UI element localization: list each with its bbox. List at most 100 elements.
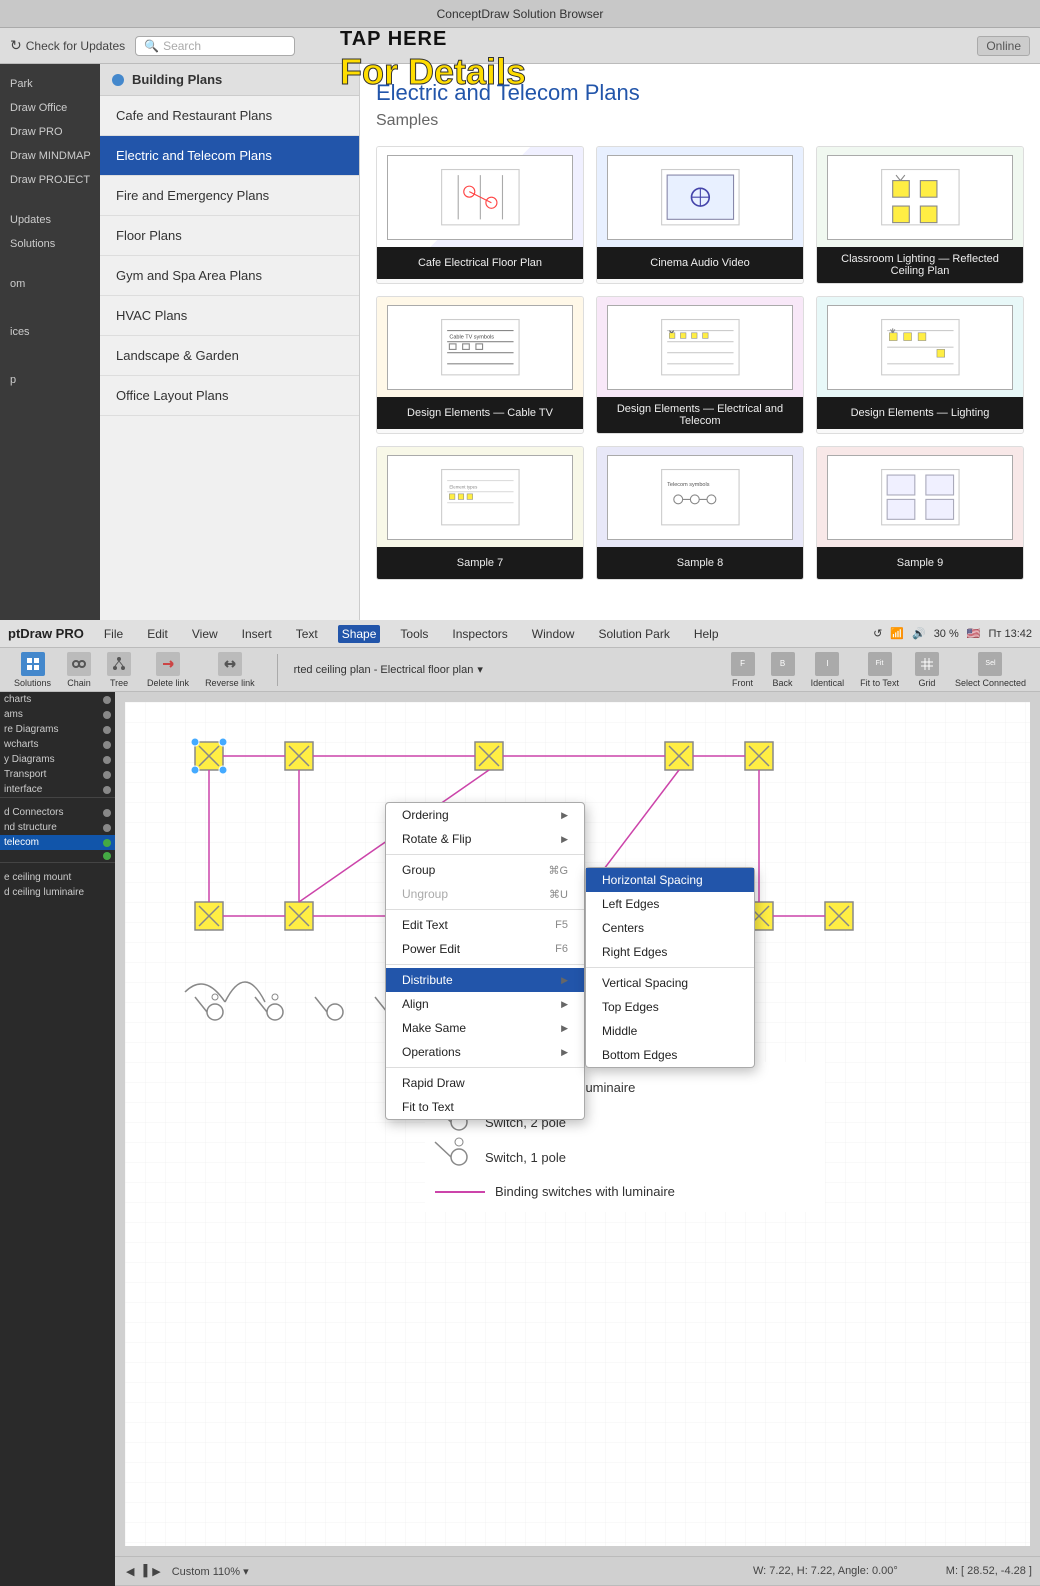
sub-bottom-edges[interactable]: Bottom Edges [586,1043,754,1067]
nav-item-office[interactable]: Office Layout Plans [100,376,359,416]
menu-edit[interactable]: Edit [143,625,172,643]
check-updates-button[interactable]: ↻ Check for Updates [10,37,125,54]
sample-card-3[interactable]: Classroom Lighting — Reflected Ceiling P… [816,146,1024,284]
sidebar-item-draw-pro[interactable]: Draw PRO [0,120,100,144]
toolbar-identical-label: Identical [811,678,845,688]
panel-item-transport[interactable]: Transport [0,767,115,782]
panel-item-interface[interactable]: interface [0,782,115,797]
toolbar-back-btn[interactable]: B Back [765,650,801,690]
sub-top-edges[interactable]: Top Edges [586,995,754,1019]
toolbar-select-connected-btn[interactable]: Sel Select Connected [949,650,1032,690]
toolbar-tree-btn[interactable]: Tree [101,650,137,690]
diagram-node-7 [285,902,313,930]
sub-middle[interactable]: Middle [586,1019,754,1043]
sidebar-item-room[interactable]: om [0,272,100,296]
sample-card-6[interactable]: Design Elements — Lighting [816,296,1024,434]
toolbar-chain-btn[interactable]: Chain [61,650,97,690]
sub-left-edges[interactable]: Left Edges [586,892,754,916]
panel-item-connectors[interactable]: d Connectors [0,805,115,820]
sidebar-item-park[interactable]: Park [0,72,100,96]
menu-insert[interactable]: Insert [238,625,276,643]
sidebar-item-solutions[interactable]: Solutions [0,232,100,256]
sub-vertical-spacing[interactable]: Vertical Spacing [586,971,754,995]
cm-operations[interactable]: Operations [386,1040,584,1064]
panel-item-wcharts[interactable]: wcharts [0,737,115,752]
sidebar-item-updates[interactable]: Updates [0,208,100,232]
cm-edit-text[interactable]: Edit Text F5 [386,913,584,937]
sample-card-8[interactable]: Telecom symbols Sample 8 [596,446,804,580]
menu-file[interactable]: File [100,625,127,643]
panel-item-ceiling-lum[interactable]: d ceiling luminaire [0,885,115,900]
diagram-node-2 [285,742,313,770]
nav-item-fire[interactable]: Fire and Emergency Plans [100,176,359,216]
menu-solution-park[interactable]: Solution Park [594,625,673,643]
menu-view[interactable]: View [188,625,222,643]
menu-text[interactable]: Text [292,625,322,643]
sample-card-7[interactable]: Element types Sample 7 [376,446,584,580]
panel-item-ams[interactable]: ams [0,707,115,722]
sample-card-5[interactable]: Design Elements — Electrical and Telecom [596,296,804,434]
zoom-control[interactable]: Custom 110% ▾ [172,1565,249,1578]
menu-help[interactable]: Help [690,625,723,643]
toolbar-identical-btn[interactable]: I Identical [805,650,851,690]
page-nav-prev[interactable]: ◀ [123,1565,137,1578]
sample-thumb-inner-6 [827,305,1012,390]
panel-item-y-diagrams[interactable]: y Diagrams [0,752,115,767]
nav-item-hvac[interactable]: HVAC Plans [100,296,359,336]
sub-right-edges[interactable]: Right Edges [586,940,754,964]
doc-tab-dropdown[interactable]: ▾ [477,663,483,676]
sidebar-item-p[interactable]: p [0,368,100,392]
panel-item-ceiling-mount[interactable]: e ceiling mount [0,870,115,885]
canvas-container[interactable]: Enclosed ceiling luminaire Switch, 2 pol… [115,692,1040,1556]
sample-card-1[interactable]: Cafe Electrical Floor Plan [376,146,584,284]
menu-window[interactable]: Window [528,625,579,643]
panel-item-extra[interactable] [0,850,115,862]
toolbar-grid-btn[interactable]: Grid [909,650,945,690]
cm-make-same-label: Make Same [402,1021,466,1035]
cm-rapid-draw[interactable]: Rapid Draw [386,1071,584,1095]
sub-horizontal-spacing[interactable]: Horizontal Spacing [586,868,754,892]
nav-item-floor[interactable]: Floor Plans [100,216,359,256]
sidebar-item-ices[interactable]: ices [0,320,100,344]
panel-item-structure[interactable]: nd structure [0,820,115,835]
nav-item-cafe[interactable]: Cafe and Restaurant Plans [100,96,359,136]
sample-card-9[interactable]: Sample 9 [816,446,1024,580]
toolbar-fit-to-text-btn[interactable]: Fit Fit to Text [854,650,905,690]
sidebar-item-draw-office[interactable]: Draw Office [0,96,100,120]
toolbar-tree-label: Tree [110,678,128,688]
panel-item-re-diagrams[interactable]: re Diagrams [0,722,115,737]
toolbar-solutions-btn[interactable]: Solutions [8,650,57,690]
nav-header-dot [112,74,124,86]
search-box[interactable]: 🔍 Search [135,36,295,56]
diagram-node-3 [475,742,503,770]
cm-fit-to-text[interactable]: Fit to Text [386,1095,584,1119]
menu-inspectors[interactable]: Inspectors [448,625,511,643]
sub-centers[interactable]: Centers [586,916,754,940]
nav-item-landscape[interactable]: Landscape & Garden [100,336,359,376]
sample-card-4[interactable]: Cable TV symbols Design Elements — Cable… [376,296,584,434]
panel-item-telecom[interactable]: telecom [0,835,115,850]
diagram-node-1 [191,738,227,774]
toolbar-front-btn[interactable]: F Front [725,650,761,690]
cm-power-edit[interactable]: Power Edit F6 [386,937,584,961]
sample-card-2[interactable]: Cinema Audio Video [596,146,804,284]
cm-group[interactable]: Group ⌘G [386,858,584,882]
panel-label-connectors: d Connectors [4,807,63,818]
online-button[interactable]: Online [977,36,1030,56]
menu-shape[interactable]: Shape [338,625,381,643]
toolbar-reverse-link-btn[interactable]: Reverse link [199,650,261,690]
cm-align[interactable]: Align [386,992,584,1016]
page-nav-next[interactable]: ▶ [149,1565,163,1578]
cm-make-same[interactable]: Make Same [386,1016,584,1040]
sidebar-item-draw-mindmap[interactable]: Draw MINDMAP [0,144,100,168]
cm-rotate-flip[interactable]: Rotate & Flip [386,827,584,851]
cm-ordering[interactable]: Ordering [386,803,584,827]
sample-label-2: Cinema Audio Video [597,247,803,279]
nav-item-gym[interactable]: Gym and Spa Area Plans [100,256,359,296]
menu-tools[interactable]: Tools [396,625,432,643]
panel-item-charts[interactable]: charts [0,692,115,707]
sidebar-item-draw-project[interactable]: Draw PROJECT [0,168,100,192]
toolbar-delete-link-btn[interactable]: Delete link [141,650,195,690]
cm-distribute[interactable]: Distribute [386,968,584,992]
nav-item-electric[interactable]: Electric and Telecom Plans [100,136,359,176]
